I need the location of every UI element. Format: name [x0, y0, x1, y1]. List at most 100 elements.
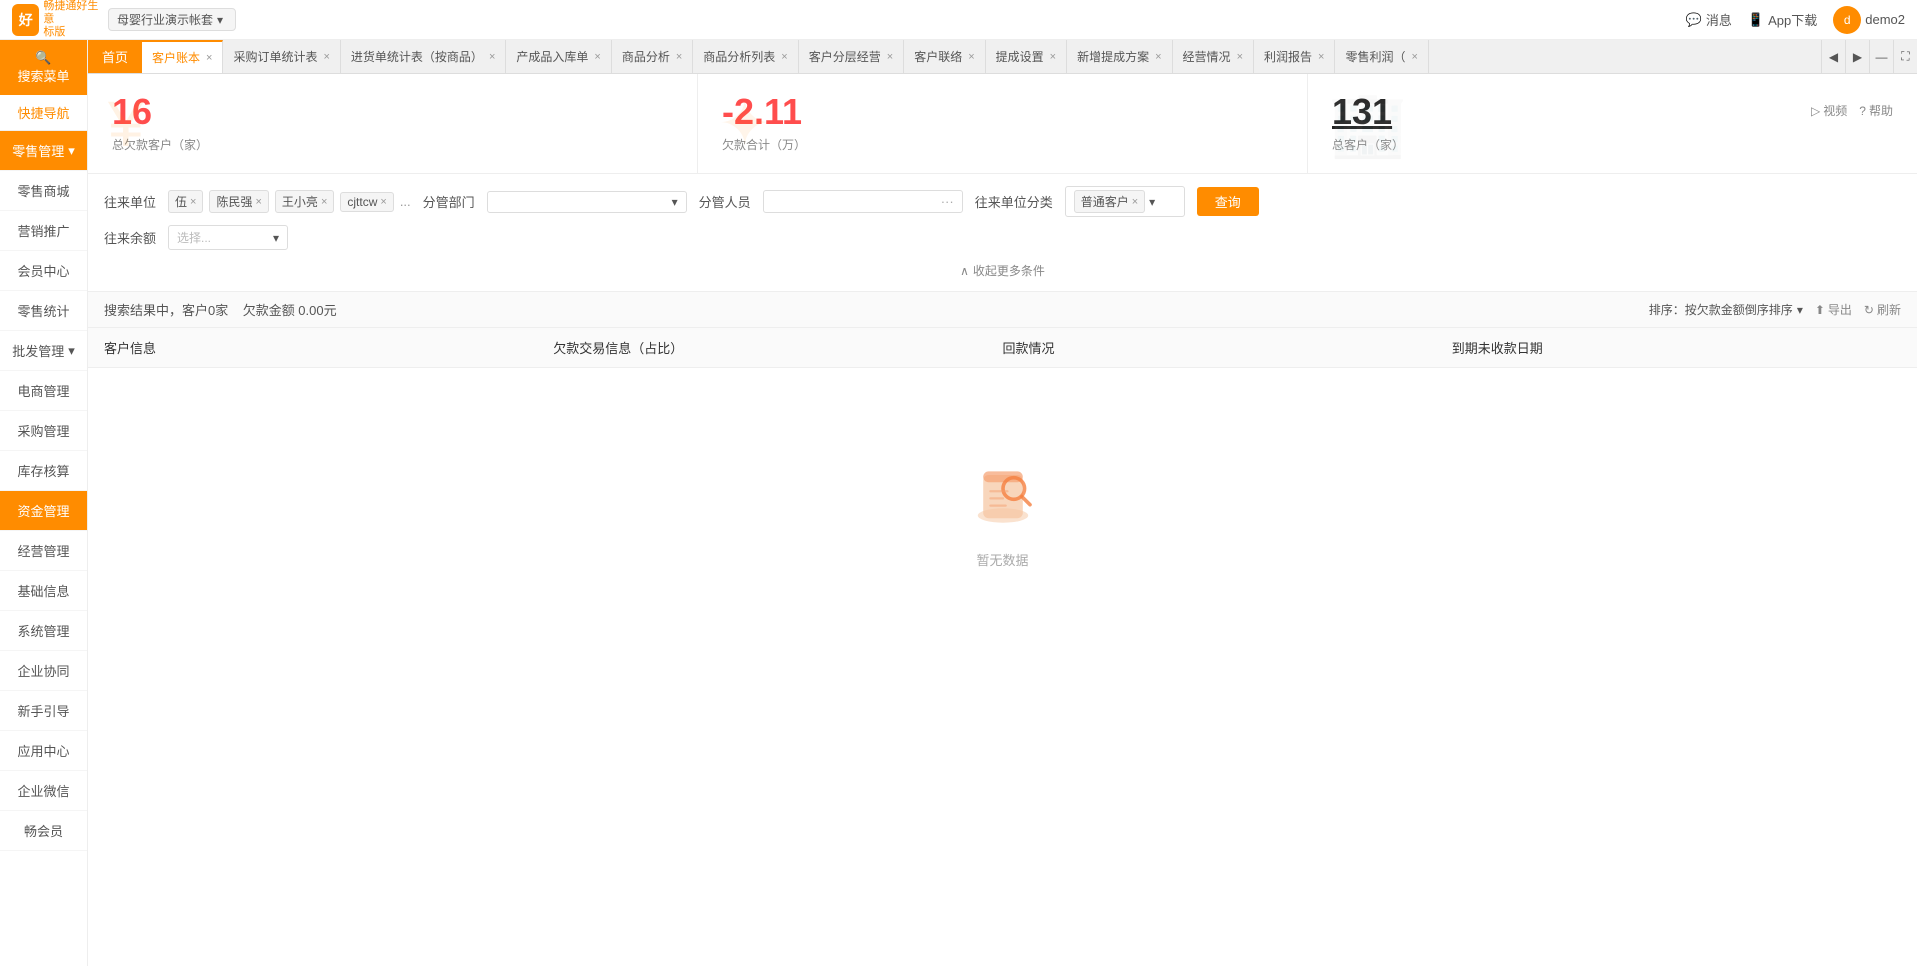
tab-close-icon[interactable]: × — [206, 52, 212, 64]
tab-product-analysis-list[interactable]: 商品分析列表 × — [693, 40, 798, 74]
filter-more-btn[interactable]: ... — [400, 194, 411, 209]
tab-profit-report[interactable]: 利润报告 × — [1254, 40, 1335, 74]
filter-balance-select[interactable]: 选择... ▾ — [168, 225, 288, 250]
tab-close-icon[interactable]: × — [887, 51, 893, 63]
chevron-down-icon: ▾ — [1797, 303, 1803, 317]
tab-operations[interactable]: 经营情况 × — [1173, 40, 1254, 74]
stat-bg-icon-1: ¥ — [108, 87, 144, 161]
tab-customer-tier[interactable]: 客户分层经营 × — [799, 40, 904, 74]
sidebar-item-beginner[interactable]: 新手引导 — [0, 691, 87, 731]
filter-area: 往来单位 伍 × 陈民强 × 王小亮 × — [88, 174, 1917, 292]
help-icon: ? — [1859, 104, 1866, 118]
stat-bg-icon-3: 🏢 — [1328, 86, 1408, 161]
tab-close-icon[interactable]: × — [1411, 51, 1417, 63]
chevron-icon: ▾ — [68, 343, 75, 359]
tab-close-icon[interactable]: × — [676, 51, 682, 63]
result-bar-right: 排序：按欠款金额倒序排序 ▾ ⬆ 导出 ↻ 刷新 — [1649, 301, 1901, 318]
sidebar-quick-nav[interactable]: 快捷导航 — [0, 95, 87, 131]
export-icon: ⬆ — [1815, 303, 1825, 317]
sidebar-item-finance[interactable]: 资金管理 — [0, 491, 87, 531]
tab-close-icon[interactable]: × — [1155, 51, 1161, 63]
sidebar-item-base-info[interactable]: 基础信息 — [0, 571, 87, 611]
category-tag: 普通客户 × — [1074, 190, 1145, 213]
export-btn[interactable]: ⬆ 导出 — [1815, 301, 1852, 318]
content-area: 首页 客户账本 × 采购订单统计表 × 进货单统计表（按商品） × 产成品入库单… — [88, 40, 1917, 966]
tab-close-icon[interactable]: × — [1318, 51, 1324, 63]
filter-dept-select[interactable]: ▾ — [487, 191, 687, 213]
stat-card-total: 🏢 131 总客户（家） ▷ 视频 ? 帮助 — [1308, 74, 1917, 173]
tab-close-icon[interactable]: × — [781, 51, 787, 63]
chevron-down-icon: ▾ — [273, 231, 279, 245]
col-header-debt: 欠款交易信息（占比） — [553, 338, 1002, 357]
sidebar-item-purchase[interactable]: 采购管理 — [0, 411, 87, 451]
sidebar-item-app-center[interactable]: 应用中心 — [0, 731, 87, 771]
tab-expand-btn[interactable]: ⛶ — [1893, 40, 1917, 74]
remove-tag-1[interactable]: × — [255, 196, 261, 208]
query-btn[interactable]: 查询 — [1197, 187, 1259, 216]
collapse-btn[interactable]: ∧ 收起更多条件 — [104, 258, 1901, 283]
remove-tag-0[interactable]: × — [190, 196, 196, 208]
user-area[interactable]: d demo2 — [1833, 6, 1905, 34]
sidebar-item-marketing[interactable]: 营销推广 — [0, 211, 87, 251]
tab-close-icon[interactable]: × — [1050, 51, 1056, 63]
sidebar-item-enterprise[interactable]: 企业协同 — [0, 651, 87, 691]
tab-close-icon[interactable]: × — [489, 51, 495, 63]
tab-next-btn[interactable]: ▶ — [1845, 40, 1869, 74]
sidebar: 🔍 搜索菜单 快捷导航 零售管理 ▾ 零售商城 营销推广 会员中心 零售统计 批… — [0, 40, 88, 966]
tab-minimize-btn[interactable]: — — [1869, 40, 1893, 74]
sidebar-item-system[interactable]: 系统管理 — [0, 611, 87, 651]
logo-icon: 好 — [12, 4, 39, 36]
tab-production-inbound[interactable]: 产成品入库单 × — [506, 40, 611, 74]
sort-select[interactable]: 排序：按欠款金额倒序排序 ▾ — [1649, 301, 1803, 318]
help-btn[interactable]: ? 帮助 — [1859, 102, 1893, 119]
filter-tag-1: 陈民强 × — [209, 190, 268, 213]
result-info: 搜索结果中，客户0家 欠款金额 0.00元 — [104, 300, 337, 319]
video-btn[interactable]: ▷ 视频 — [1811, 102, 1847, 119]
org-select[interactable]: 母婴行业演示帐套 ▾ — [108, 8, 236, 31]
empty-icon-svg — [958, 448, 1048, 538]
remove-tag-3[interactable]: × — [380, 196, 386, 208]
tab-close-icon[interactable]: × — [323, 51, 329, 63]
sidebar-item-operations[interactable]: 经营管理 — [0, 531, 87, 571]
tab-inbound-stats[interactable]: 进货单统计表（按商品） × — [341, 40, 506, 74]
filter-balance-label: 往来余额 — [104, 228, 156, 247]
sidebar-item-retail-mgmt[interactable]: 零售管理 ▾ — [0, 131, 87, 171]
tab-close-icon[interactable]: × — [594, 51, 600, 63]
sidebar-item-wechat[interactable]: 企业微信 — [0, 771, 87, 811]
sidebar-search[interactable]: 🔍 搜索菜单 — [0, 40, 87, 95]
message-btn[interactable]: 💬 消息 — [1686, 10, 1732, 29]
remove-category-tag[interactable]: × — [1132, 196, 1138, 208]
sidebar-item-wholesale[interactable]: 批发管理 ▾ — [0, 331, 87, 371]
col-header-customer: 客户信息 — [104, 338, 553, 357]
col-header-date: 到期未收款日期 — [1452, 338, 1901, 357]
tab-purchase-order-stats[interactable]: 采购订单统计表 × — [223, 40, 340, 74]
tab-commission-settings[interactable]: 提成设置 × — [986, 40, 1067, 74]
sidebar-item-member[interactable]: 畅会员 — [0, 811, 87, 851]
logo-area: 好 畅捷通好生意 标版 — [12, 0, 100, 39]
tab-prev-btn[interactable]: ◀ — [1821, 40, 1845, 74]
app-download-btn[interactable]: 📱 App下载 — [1748, 10, 1817, 29]
sidebar-item-retail-stats[interactable]: 零售统计 — [0, 291, 87, 331]
filter-tag-0: 伍 × — [168, 190, 203, 213]
filter-tags: 伍 × 陈民强 × 王小亮 × cjttcw × — [168, 190, 411, 213]
sidebar-item-retail-mall[interactable]: 零售商城 — [0, 171, 87, 211]
tab-retail-profit[interactable]: 零售利润（ × — [1335, 40, 1428, 74]
refresh-btn[interactable]: ↻ 刷新 — [1864, 301, 1901, 318]
sidebar-item-ecommerce[interactable]: 电商管理 — [0, 371, 87, 411]
tab-bar: 首页 客户账本 × 采购订单统计表 × 进货单统计表（按商品） × 产成品入库单… — [88, 40, 1917, 74]
tab-product-analysis[interactable]: 商品分析 × — [612, 40, 693, 74]
tab-close-icon[interactable]: × — [1237, 51, 1243, 63]
tab-add-commission[interactable]: 新增提成方案 × — [1067, 40, 1172, 74]
sidebar-item-inventory[interactable]: 库存核算 — [0, 451, 87, 491]
filter-person-select[interactable]: ··· — [763, 190, 963, 213]
tab-close-icon[interactable]: × — [968, 51, 974, 63]
remove-tag-2[interactable]: × — [321, 196, 327, 208]
empty-state: 暂无数据 — [88, 368, 1917, 649]
tab-customer-contact[interactable]: 客户联络 × — [904, 40, 985, 74]
stats-row: ¥ 16 总欠款客户（家） ✦ -2.11 欠款合计（万） 🏢 — [88, 74, 1917, 174]
sidebar-item-member-center[interactable]: 会员中心 — [0, 251, 87, 291]
tab-customer-ledger[interactable]: 客户账本 × — [142, 40, 223, 74]
filter-category-select[interactable]: 普通客户 × ▾ — [1065, 186, 1185, 217]
filter-person-more[interactable]: ··· — [941, 194, 954, 209]
tab-home[interactable]: 首页 — [88, 40, 142, 74]
